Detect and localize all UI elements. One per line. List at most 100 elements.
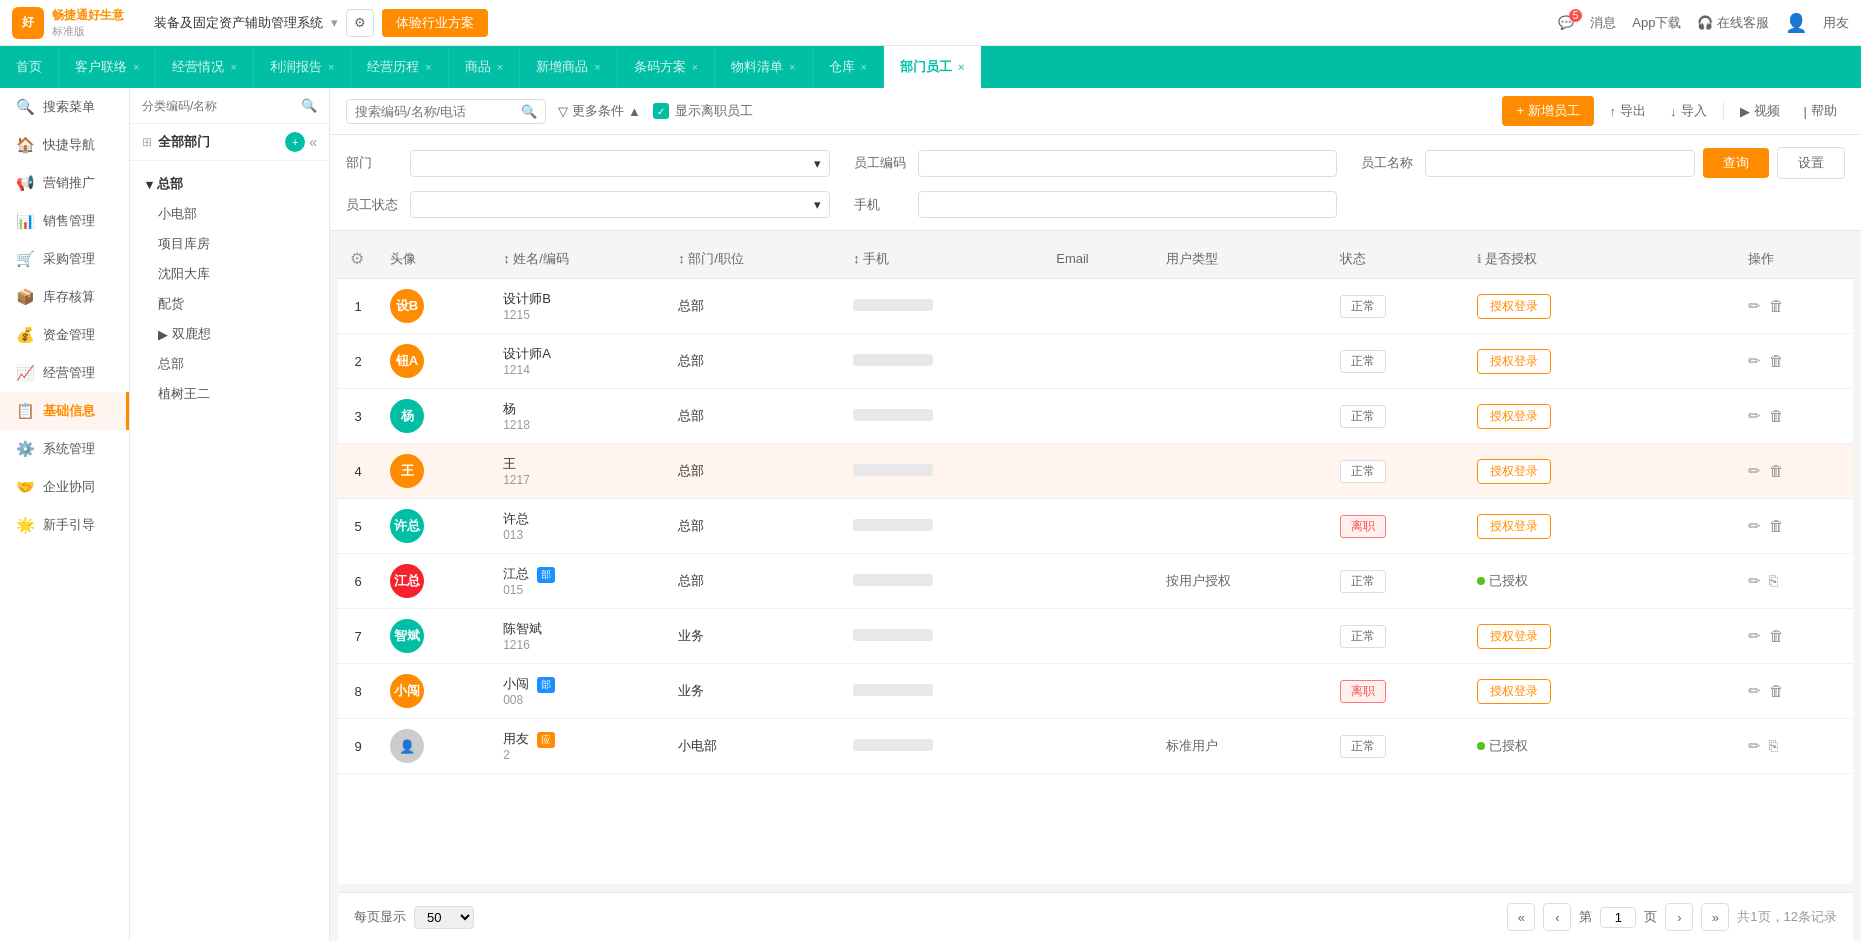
tab-barcode[interactable]: 条码方案 × [618,46,715,88]
dept-node-project[interactable]: 项目库房 [130,229,329,259]
next-page-button[interactable]: › [1665,903,1693,931]
sidebar-item-inventory[interactable]: 📦 库存核算 [0,278,129,316]
auth-login-button[interactable]: 授权登录 [1477,624,1551,649]
edit-button[interactable]: ✏ [1748,572,1761,590]
sidebar-item-basic[interactable]: 📋 基础信息 [0,392,129,430]
delete-button[interactable]: 🗑 [1769,682,1784,700]
settings-gear-icon[interactable]: ⚙ [350,250,364,267]
dept-node-zhishu[interactable]: 植树王二 [130,379,329,409]
online-service[interactable]: 🎧 在线客服 [1697,14,1769,32]
close-icon[interactable]: × [425,61,431,73]
name-input[interactable] [1425,150,1695,177]
tab-profit[interactable]: 利润报告 × [254,46,351,88]
dept-node-general[interactable]: ▾ 总部 [130,169,329,199]
dept-node-peihuo[interactable]: 配货 [130,289,329,319]
edit-button[interactable]: ✏ [1748,462,1761,480]
tab-warehouse[interactable]: 仓库 × [813,46,884,88]
auth-login-button[interactable]: 授权登录 [1477,679,1551,704]
delete-button[interactable]: 🗑 [1769,627,1784,645]
app-download[interactable]: App下载 [1632,14,1681,32]
search-input[interactable] [355,104,515,119]
close-icon[interactable]: × [497,61,503,73]
dept-search-icon[interactable]: 🔍 [301,98,317,113]
delete-button[interactable]: 🗑 [1769,352,1784,370]
close-icon-staff[interactable]: × [958,61,964,73]
edit-button[interactable]: ✏ [1748,297,1761,315]
phone-input[interactable] [918,191,1338,218]
dept-select[interactable]: ▾ [410,150,830,177]
user-label[interactable]: 用友 [1823,14,1849,32]
auth-login-button[interactable]: 授权登录 [1477,294,1551,319]
dept-node-shuanglu[interactable]: ▶ 双鹿想 [130,319,329,349]
sidebar-item-system[interactable]: ⚙️ 系统管理 [0,430,129,468]
trial-button[interactable]: 体验行业方案 [382,9,488,37]
auth-login-button[interactable]: 授权登录 [1477,404,1551,429]
import-button[interactable]: ↓ 导入 [1662,97,1715,125]
dept-search-input[interactable] [142,99,295,113]
dept-all-label[interactable]: 全部部门 [158,133,210,151]
sidebar-item-finance[interactable]: 💰 资金管理 [0,316,129,354]
delete-button[interactable]: 🗑 [1769,297,1784,315]
code-input[interactable] [918,150,1338,177]
dept-node-zongbu[interactable]: 总部 [130,349,329,379]
tab-history[interactable]: 经营历程 × [351,46,448,88]
sidebar-item-purchase[interactable]: 🛒 采购管理 [0,240,129,278]
edit-button[interactable]: ✏ [1748,737,1761,755]
dept-node-shenyang[interactable]: 沈阳大库 [130,259,329,289]
edit-button[interactable]: ✏ [1748,627,1761,645]
last-page-button[interactable]: » [1701,903,1729,931]
copy-button[interactable]: ⎘ [1769,737,1778,755]
set-button[interactable]: 设置 [1777,147,1845,179]
edit-button[interactable]: ✏ [1748,407,1761,425]
help-button[interactable]: | 帮助 [1796,97,1845,125]
auth-login-button[interactable]: 授权登录 [1477,514,1551,539]
sidebar-item-guide[interactable]: 🌟 新手引导 [0,506,129,544]
dept-collapse-btn[interactable]: « [309,134,317,150]
close-icon[interactable]: × [692,61,698,73]
page-number-input[interactable] [1600,907,1636,928]
first-page-button[interactable]: « [1507,903,1535,931]
close-icon[interactable]: × [328,61,334,73]
delete-button[interactable]: 🗑 [1769,407,1784,425]
sidebar-item-collab[interactable]: 🤝 企业协同 [0,468,129,506]
checkbox-resigned[interactable]: ✓ [653,103,669,119]
sidebar-item-sales[interactable]: 📊 销售管理 [0,202,129,240]
view-button[interactable]: ▶ 视频 [1732,97,1788,125]
close-icon[interactable]: × [861,61,867,73]
page-size-select[interactable]: 50 100 200 [414,906,474,929]
tab-add-goods[interactable]: 新增商品 × [520,46,617,88]
dept-add-btn[interactable]: + [285,132,305,152]
edit-button[interactable]: ✏ [1748,352,1761,370]
sidebar-item-search[interactable]: 🔍 搜索菜单 [0,88,129,126]
close-icon[interactable]: × [133,61,139,73]
query-button[interactable]: 查询 [1703,148,1769,178]
close-icon[interactable]: × [230,61,236,73]
sidebar-item-marketing[interactable]: 📢 营销推广 [0,164,129,202]
export-button[interactable]: ↑ 导出 [1602,97,1655,125]
add-employee-button[interactable]: + 新增员工 [1502,96,1593,126]
edit-button[interactable]: ✏ [1748,682,1761,700]
gear-button[interactable]: ⚙ [346,9,374,37]
close-icon[interactable]: × [789,61,795,73]
tab-customer[interactable]: 客户联络 × [59,46,156,88]
tab-bom[interactable]: 物料清单 × [715,46,812,88]
tab-goods[interactable]: 商品 × [449,46,520,88]
search-btn-icon[interactable]: 🔍 [521,104,537,119]
tab-staff[interactable]: 部门员工 × [884,46,981,88]
delete-button[interactable]: 🗑 [1769,517,1784,535]
delete-button[interactable]: 🗑 [1769,462,1784,480]
show-resigned-toggle[interactable]: ✓ 显示离职员工 [653,102,753,120]
sidebar-item-mgmt[interactable]: 📈 经营管理 [0,354,129,392]
auth-login-button[interactable]: 授权登录 [1477,349,1551,374]
more-filter-btn[interactable]: ▽ 更多条件 ▲ [558,102,641,120]
tab-home[interactable]: 首页 [0,46,59,88]
close-icon[interactable]: × [594,61,600,73]
dropdown-icon[interactable]: ▾ [331,15,338,30]
tab-operation[interactable]: 经营情况 × [156,46,253,88]
status-select[interactable]: ▾ [410,191,830,218]
copy-button[interactable]: ⎘ [1769,572,1778,590]
dept-node-xiaodian[interactable]: 小电部 [130,199,329,229]
prev-page-button[interactable]: ‹ [1543,903,1571,931]
message-icon[interactable]: 💬 5 [1558,15,1574,30]
sidebar-item-nav[interactable]: 🏠 快捷导航 [0,126,129,164]
